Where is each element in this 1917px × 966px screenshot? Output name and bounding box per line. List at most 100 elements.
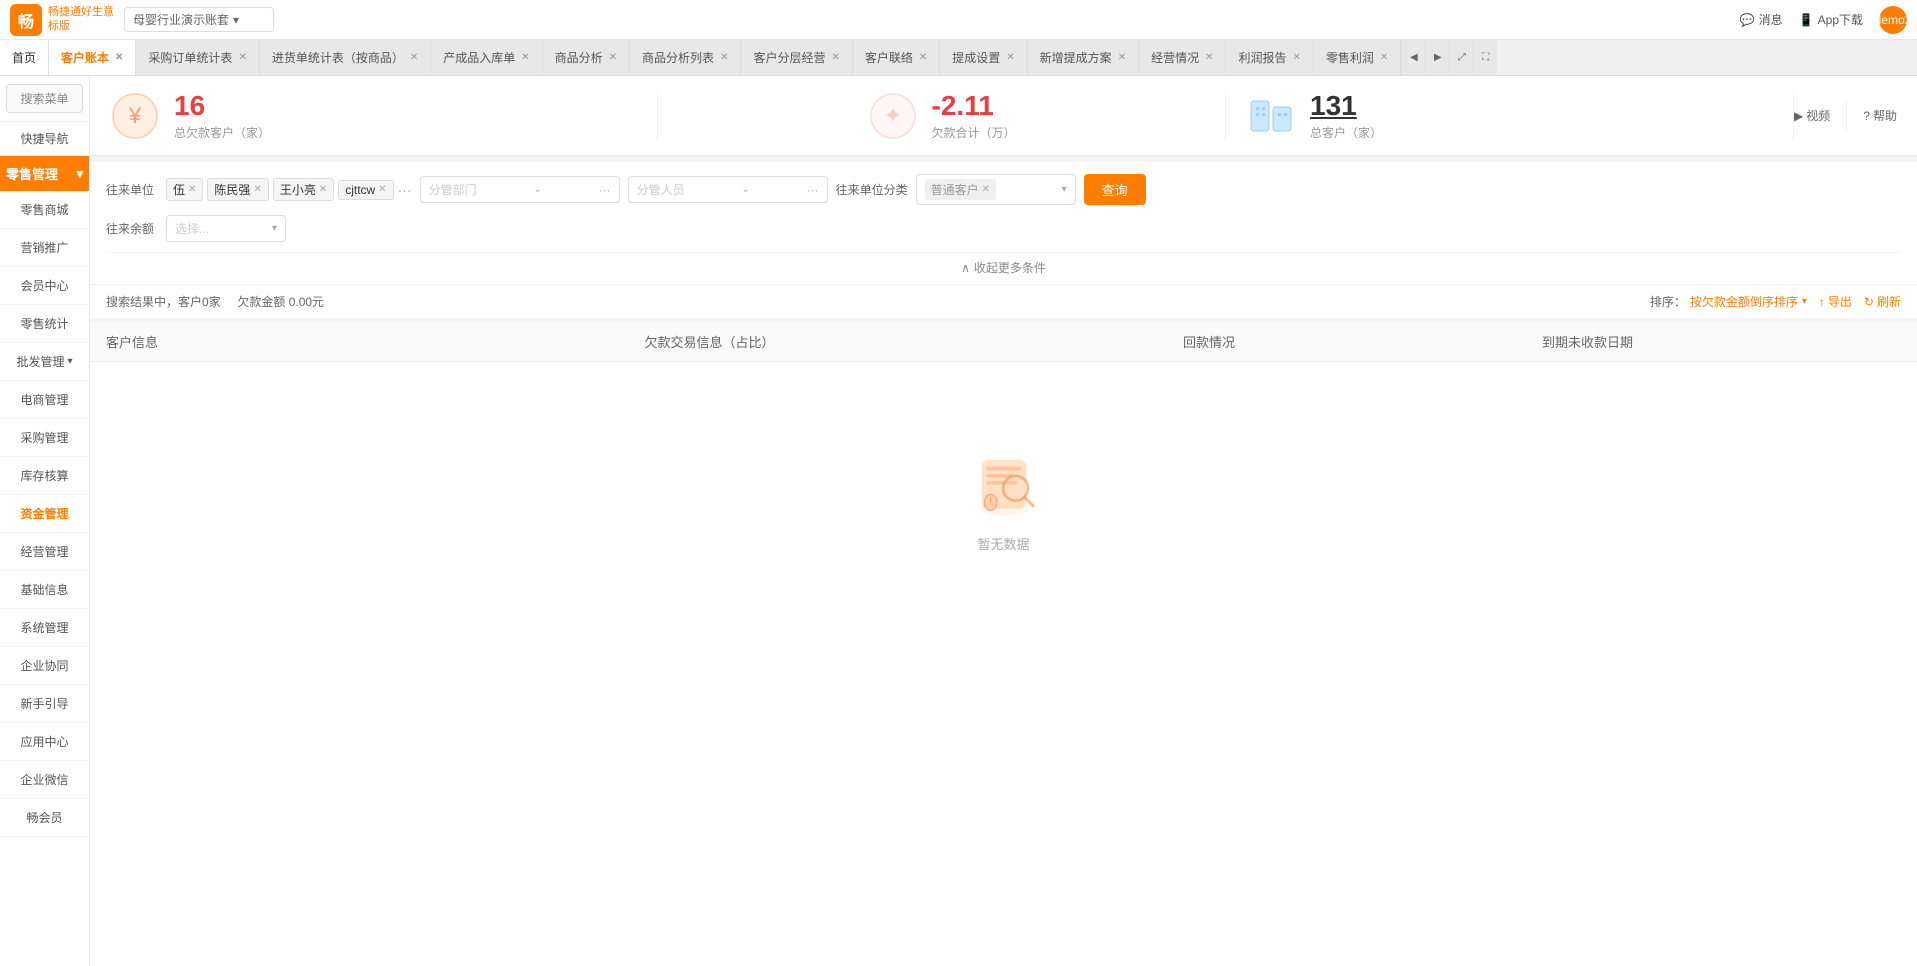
tab-expand-button[interactable]: ⤢ <box>1449 40 1473 76</box>
tab-nav-prev[interactable]: ◀ <box>1401 40 1425 76</box>
tab-raise-close[interactable]: ✕ <box>1006 52 1014 63</box>
export-button[interactable]: ↑ 导出 <box>1819 293 1852 310</box>
tab-biz-status[interactable]: 经营情况 ✕ <box>1139 40 1226 76</box>
tab-purchase-close[interactable]: ✕ <box>238 52 246 63</box>
sort-value[interactable]: 按欠款金额倒序排序 <box>1690 293 1798 310</box>
balance-filter[interactable]: 选择... ▾ <box>166 215 286 242</box>
tab-retail-profit[interactable]: 零售利润 ✕ <box>1314 40 1401 76</box>
tab-raise-settings[interactable]: 提成设置 ✕ <box>940 40 1027 76</box>
sidebar-item-wholesale-mgmt[interactable]: 批发管理 ▾ <box>0 343 89 381</box>
filter-tags-area: 伍 ✕ 陈民强 ✕ 王小亮 ✕ cjttcw ✕ ··· <box>166 178 412 201</box>
video-label: 视频 <box>1806 107 1830 124</box>
help-divider <box>1846 101 1847 131</box>
tab-contact-close[interactable]: ✕ <box>919 52 927 63</box>
filter-tags-more[interactable]: ··· <box>398 182 412 198</box>
tab-profit-report[interactable]: 利润报告 ✕ <box>1226 40 1313 76</box>
person-filter[interactable]: 分管人员 ⌄ ··· <box>628 176 828 203</box>
sidebar-item-operation-mgmt[interactable]: 经营管理 <box>0 533 89 571</box>
sidebar-item-enterprise-wechat[interactable]: 企业微信 <box>0 761 89 799</box>
app-download-button[interactable]: 📱 App下载 <box>1799 11 1863 28</box>
sidebar-item-vip[interactable]: 畅会员 <box>0 799 89 837</box>
tab-product-analysis-list[interactable]: 商品分析列表 ✕ <box>630 40 741 76</box>
tab-purchase-orders[interactable]: 采购订单统计表 ✕ <box>136 40 259 76</box>
tab-product-inbound[interactable]: 产成品入库单 ✕ <box>431 40 542 76</box>
unit-type-expand-icon: ▾ <box>1062 184 1067 195</box>
filter-tag-wu-close[interactable]: ✕ <box>188 184 196 195</box>
sidebar-item-system-mgmt[interactable]: 系统管理 <box>0 609 89 647</box>
empty-state-svg <box>964 437 1044 527</box>
tab-stock-close[interactable]: ✕ <box>410 52 418 63</box>
collapse-label: 收起更多条件 <box>974 259 1046 276</box>
empty-icon <box>964 442 1044 522</box>
refresh-button[interactable]: ↻ 刷新 <box>1864 293 1901 310</box>
sidebar-section-retail[interactable]: 零售管理 ▾ <box>0 156 89 191</box>
tab-customer-contact[interactable]: 客户联络 ✕ <box>853 40 940 76</box>
filter-row-2: 往来余额 选择... ▾ <box>106 215 1901 242</box>
sidebar-item-app-center[interactable]: 应用中心 <box>0 723 89 761</box>
logo-text: 畅捷通好生意 标版 <box>48 6 114 32</box>
top-right: 💬 消息 📱 App下载 demo2 <box>1740 6 1907 34</box>
sidebar-quick-nav[interactable]: 快捷导航 <box>0 122 89 156</box>
tab-new-raise[interactable]: 新增提成方案 ✕ <box>1028 40 1139 76</box>
tab-accounts-label: 客户账本 <box>61 49 109 66</box>
sidebar-section-arrow: ▾ <box>76 166 83 182</box>
sidebar-item-member-center[interactable]: 会员中心 <box>0 267 89 305</box>
sidebar-search-button[interactable]: 搜索菜单 <box>6 84 83 113</box>
person-more-icon: ··· <box>807 183 819 197</box>
col-overdue-info: 欠款交易信息（占比） <box>645 332 1184 351</box>
company-selector[interactable]: 母婴行业演示账套 ▾ <box>124 7 274 32</box>
help-button[interactable]: ? 帮助 <box>1863 107 1897 124</box>
sidebar-item-capital-mgmt[interactable]: 资金管理 <box>0 495 89 533</box>
total-clients-num: 131 <box>1310 90 1382 122</box>
sidebar-item-retail-stats[interactable]: 零售统计 <box>0 305 89 343</box>
tab-customer-seg[interactable]: 客户分层经营 ✕ <box>741 40 852 76</box>
filter-tag-normal-close[interactable]: ✕ <box>982 184 990 195</box>
tab-inbound-close[interactable]: ✕ <box>521 52 529 63</box>
tab-product-list-close[interactable]: ✕ <box>720 52 728 63</box>
tab-product-inbound-label: 产成品入库单 <box>443 49 515 66</box>
tab-nav-next[interactable]: ▶ <box>1425 40 1449 76</box>
sidebar-section-label: 零售管理 <box>6 164 58 183</box>
filter-tag-chen: 陈民强 ✕ <box>207 178 268 201</box>
sidebar-item-purchase-mgmt[interactable]: 采购管理 <box>0 419 89 457</box>
tab-stock-stats[interactable]: 进货单统计表（按商品） ✕ <box>260 40 431 76</box>
filter-tag-wang-close[interactable]: ✕ <box>319 184 327 195</box>
balance-filter-label: 往来余额 <box>106 220 158 237</box>
tab-product-analysis[interactable]: 商品分析 ✕ <box>543 40 630 76</box>
sidebar-item-inventory[interactable]: 库存核算 <box>0 457 89 495</box>
customers-svg-icon: ¥ <box>110 91 160 141</box>
unit-type-filter[interactable]: 普通客户 ✕ ▾ <box>916 174 1076 205</box>
sidebar-item-marketing[interactable]: 营销推广 <box>0 229 89 267</box>
dept-filter[interactable]: 分管部门 ⌄ ··· <box>420 176 620 203</box>
sidebar-item-newbie-guide[interactable]: 新手引导 <box>0 685 89 723</box>
tab-biz-close[interactable]: ✕ <box>1205 52 1213 63</box>
query-button[interactable]: 查询 <box>1084 174 1146 205</box>
help-label: 帮助 <box>1873 107 1897 124</box>
tab-retail-profit-close[interactable]: ✕ <box>1380 52 1388 63</box>
filter-tag-cjttcw-close[interactable]: ✕ <box>378 184 386 195</box>
result-summary-text: 搜索结果中，客户0家 <box>106 295 221 309</box>
sidebar-item-basic-info[interactable]: 基础信息 <box>0 571 89 609</box>
tab-profit-close[interactable]: ✕ <box>1293 52 1301 63</box>
app-label: App下载 <box>1818 11 1863 28</box>
tab-product-close[interactable]: ✕ <box>609 52 617 63</box>
sidebar-item-enterprise-coop[interactable]: 企业协同 <box>0 647 89 685</box>
stat-customers-icon: ¥ <box>110 91 160 141</box>
clients-svg-icon <box>1246 91 1296 141</box>
collapse-filter-button[interactable]: ∧ 收起更多条件 <box>106 252 1901 284</box>
sidebar-item-ecommerce-mgmt[interactable]: 电商管理 <box>0 381 89 419</box>
tab-home[interactable]: 首页 <box>0 40 49 76</box>
sidebar-item-retail-mall[interactable]: 零售商城 <box>0 191 89 229</box>
tab-accounts[interactable]: 客户账本 ✕ <box>49 40 136 76</box>
video-help-button[interactable]: ▶ 视频 <box>1794 107 1830 124</box>
filter-tag-chen-close[interactable]: ✕ <box>253 184 261 195</box>
dept-placeholder: 分管部门 <box>429 181 477 198</box>
tab-fullscreen-button[interactable]: ⛶ <box>1473 40 1497 76</box>
messages-button[interactable]: 💬 消息 <box>1740 11 1783 28</box>
chevron-down-icon: ▾ <box>233 13 239 27</box>
stat-overdue-amount: ✦ -2.11 欠款合计（万） <box>658 90 1226 141</box>
tab-accounts-close[interactable]: ✕ <box>115 52 123 63</box>
tab-new-raise-close[interactable]: ✕ <box>1118 52 1126 63</box>
user-avatar[interactable]: demo2 <box>1879 6 1907 34</box>
tab-seg-close[interactable]: ✕ <box>831 52 839 63</box>
